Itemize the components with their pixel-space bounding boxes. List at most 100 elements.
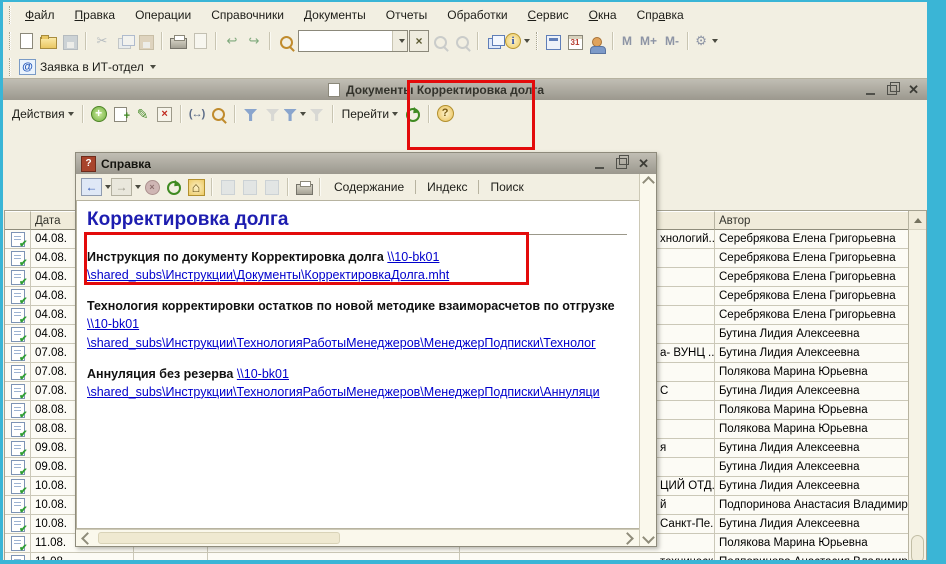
filter-button[interactable] — [262, 103, 284, 125]
contents-tab[interactable]: Содержание — [325, 178, 413, 196]
menu-item[interactable]: Файл — [15, 5, 65, 25]
delete-button[interactable]: × — [154, 103, 176, 125]
minimize-icon[interactable] — [866, 85, 876, 95]
help-entry-link-server[interactable]: \\10-bk01 — [87, 317, 139, 331]
set-interval-button[interactable]: (↔) — [186, 103, 208, 125]
settings-button[interactable]: ⚙ — [693, 30, 719, 52]
help-window-titlebar[interactable]: ? Справка ✕ — [76, 153, 656, 174]
scrollbar-thumb[interactable] — [911, 535, 924, 560]
table-vertical-scrollbar[interactable] — [908, 211, 926, 560]
toolbar-grip[interactable] — [9, 5, 11, 24]
help-entry-link-path[interactable]: \shared_subs\Инструкции\Документы\Коррек… — [87, 268, 449, 282]
clear-search-button[interactable]: × — [409, 30, 429, 52]
forward-button[interactable]: → — [111, 176, 141, 198]
it-request-button[interactable]: @ Заявка в ИТ-отдел — [15, 57, 160, 77]
memory-button-m-[interactable]: M- — [661, 34, 683, 48]
print-preview-icon — [193, 33, 207, 49]
help-horizontal-scrollbar[interactable] — [76, 529, 639, 546]
find-next-button[interactable] — [429, 30, 451, 52]
home-button[interactable]: ⌂ — [185, 176, 207, 198]
filter-settings-icon — [244, 109, 258, 121]
chevron-up-icon[interactable] — [641, 176, 655, 189]
print-button[interactable] — [293, 176, 315, 198]
search-input[interactable] — [298, 30, 408, 52]
refresh-button[interactable] — [402, 103, 424, 125]
user-permissions-button[interactable] — [586, 30, 608, 54]
goto-menu-button[interactable]: Перейти — [338, 105, 403, 123]
filter-by-value-button[interactable] — [283, 103, 306, 125]
chevron-down-icon[interactable] — [641, 531, 655, 544]
chevron-left-icon[interactable] — [81, 531, 94, 545]
restore-icon[interactable] — [887, 81, 901, 95]
copy-button[interactable] — [113, 30, 135, 52]
info-button[interactable]: i — [505, 30, 530, 52]
menu-item[interactable]: Сервис — [518, 5, 579, 25]
table-row[interactable]: 11.08. техническ...Подпоринова Анастасия … — [5, 553, 926, 560]
menu-item[interactable]: Окна — [579, 5, 627, 25]
new-document-button[interactable] — [15, 30, 37, 52]
refresh-button[interactable] — [163, 176, 185, 198]
menu-item[interactable]: Правка — [65, 5, 126, 25]
column-header-5[interactable]: Автор — [715, 211, 909, 230]
print-button[interactable] — [167, 30, 189, 52]
toolbar-grip[interactable] — [9, 57, 11, 76]
find-by-number-button[interactable] — [208, 103, 230, 125]
back-button[interactable]: ← — [81, 176, 111, 198]
toolbar-grip[interactable] — [9, 32, 11, 50]
undo-icon: ↩ — [226, 33, 238, 48]
scrollbar-thumb[interactable] — [98, 532, 340, 544]
cut-button[interactable]: ✂ — [91, 30, 113, 52]
info-icon: i — [505, 33, 521, 49]
clear-filter-button[interactable] — [306, 103, 328, 125]
maximize-icon[interactable] — [616, 155, 630, 169]
memory-button-m+[interactable]: M+ — [636, 34, 661, 48]
search-button[interactable] — [275, 30, 297, 52]
document-window-titlebar[interactable]: Документы Корректировка долга ✕ — [3, 79, 927, 100]
open-folder-icon — [39, 35, 57, 49]
find-previous-button[interactable] — [451, 30, 473, 52]
save-button[interactable] — [59, 30, 81, 52]
search-page-button[interactable] — [217, 176, 239, 198]
search-dropdown-button[interactable] — [392, 31, 407, 51]
redo-button[interactable]: ↪ — [243, 30, 265, 52]
menu-item[interactable]: Операции — [125, 5, 201, 25]
memory-button-m[interactable]: M — [618, 34, 636, 48]
toolbar-grip[interactable] — [536, 32, 538, 50]
calendar-button[interactable]: 31 — [564, 30, 586, 52]
help-entry-link-server[interactable]: \\10-bk01 — [387, 250, 439, 264]
index-tab[interactable]: Индекс — [418, 178, 476, 196]
page-up-button[interactable] — [239, 176, 261, 198]
column-header-icon[interactable] — [5, 211, 31, 230]
clear-filter-icon — [310, 109, 324, 121]
chevron-right-icon[interactable] — [621, 531, 634, 545]
help-entry-link-path[interactable]: \shared_subs\Инструкции\ТехнологияРаботы… — [87, 336, 596, 350]
filter-settings-button[interactable] — [240, 103, 262, 125]
close-icon[interactable]: ✕ — [906, 83, 921, 96]
scroll-up-button[interactable] — [909, 211, 926, 230]
help-vertical-scrollbar[interactable] — [639, 174, 656, 546]
menu-item[interactable]: Обработки — [437, 5, 517, 25]
help-entry-link-server[interactable]: \\10-bk01 — [237, 367, 289, 381]
help-button[interactable]: ? — [434, 103, 456, 125]
add-button[interactable]: + — [88, 103, 110, 125]
paste-button[interactable] — [135, 30, 157, 52]
copy-window-button[interactable] — [483, 30, 505, 52]
open-button[interactable] — [37, 30, 59, 52]
help-entry-link-path[interactable]: \shared_subs\Инструкции\ТехнологияРаботы… — [87, 385, 600, 399]
edit-button[interactable]: ✎ — [132, 103, 154, 125]
close-icon[interactable]: ✕ — [636, 157, 651, 170]
menu-item[interactable]: Справка — [627, 5, 694, 25]
undo-button[interactable]: ↩ — [221, 30, 243, 52]
print-preview-button[interactable] — [189, 30, 211, 52]
page-down-button[interactable] — [261, 176, 283, 198]
add-copy-button[interactable] — [110, 103, 132, 125]
menu-item[interactable]: Документы — [294, 5, 376, 25]
actions-menu-button[interactable]: Действия — [8, 105, 78, 123]
menu-item[interactable]: Отчеты — [376, 5, 437, 25]
stop-button[interactable]: × — [141, 176, 163, 198]
menu-item[interactable]: Справочники — [201, 5, 294, 25]
calculator-button[interactable] — [542, 30, 564, 52]
search-tab[interactable]: Поиск — [481, 178, 532, 196]
minimize-icon[interactable] — [595, 159, 605, 169]
cell-author: Подпоринова Анастасия Владимировн — [715, 553, 909, 560]
